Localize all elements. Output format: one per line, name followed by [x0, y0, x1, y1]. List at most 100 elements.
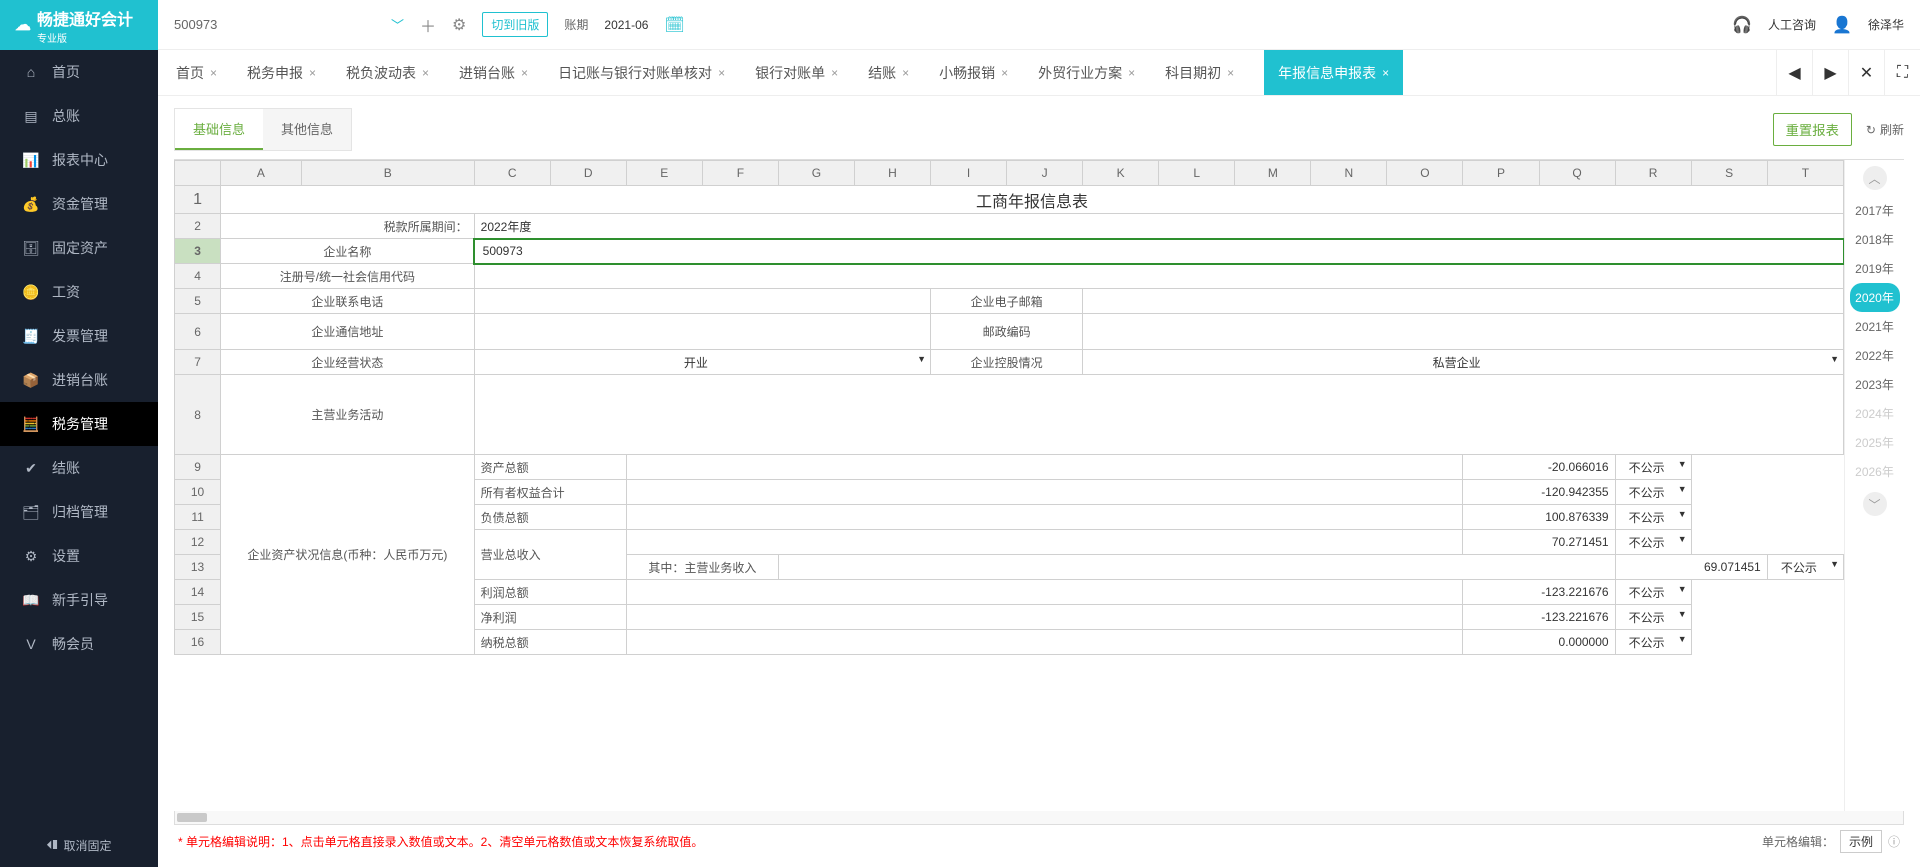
gear-icon[interactable]: ⚙: [452, 15, 466, 35]
col-header[interactable]: K: [1083, 161, 1159, 186]
tab[interactable]: 首页×: [176, 63, 217, 83]
publish-select[interactable]: 不公示: [1767, 555, 1843, 580]
finance-value[interactable]: 0.000000: [1463, 630, 1615, 655]
sidebar-item-home[interactable]: ⌂首页: [0, 50, 158, 94]
publish-select[interactable]: 不公示: [1615, 605, 1691, 630]
col-header[interactable]: S: [1691, 161, 1767, 186]
tab[interactable]: 结账×: [868, 63, 909, 83]
close-icon[interactable]: ×: [309, 66, 316, 80]
row-header[interactable]: 14: [175, 580, 221, 605]
col-header[interactable]: O: [1387, 161, 1463, 186]
finance-value[interactable]: -20.066016: [1463, 455, 1615, 480]
col-header[interactable]: D: [550, 161, 626, 186]
sidebar-item-guide[interactable]: 📖新手引导: [0, 578, 158, 622]
year-down[interactable]: ﹀: [1863, 492, 1887, 516]
col-header[interactable]: F: [702, 161, 778, 186]
row-header[interactable]: 10: [175, 480, 221, 505]
col-header[interactable]: E: [626, 161, 702, 186]
reg-code-input[interactable]: [474, 264, 1843, 289]
row-header[interactable]: 7: [175, 350, 221, 375]
close-icon[interactable]: ×: [1001, 66, 1008, 80]
year-option[interactable]: 2020年: [1850, 283, 1900, 312]
sidebar-item-tax[interactable]: 🧮税务管理: [0, 402, 158, 446]
status-select[interactable]: 开业: [474, 350, 930, 375]
sidebar-item-vip[interactable]: V畅会员: [0, 622, 158, 666]
old-version-button[interactable]: 切到旧版: [482, 12, 548, 37]
year-option[interactable]: 2019年: [1850, 254, 1900, 283]
publish-select[interactable]: 不公示: [1615, 505, 1691, 530]
publish-select[interactable]: 不公示: [1615, 530, 1691, 555]
sidebar-item-salary[interactable]: 🪙工资: [0, 270, 158, 314]
finance-value[interactable]: -123.221676: [1463, 580, 1615, 605]
year-option[interactable]: 2017年: [1850, 196, 1900, 225]
col-header[interactable]: L: [1159, 161, 1235, 186]
phone-input[interactable]: [474, 289, 930, 314]
subtab-basic[interactable]: 基础信息: [175, 109, 263, 150]
tab-close-all[interactable]: ✕: [1848, 50, 1884, 95]
year-option[interactable]: 2023年: [1850, 370, 1900, 399]
tab[interactable]: 税负波动表×: [346, 63, 429, 83]
col-header[interactable]: N: [1311, 161, 1387, 186]
year-up[interactable]: ︿: [1863, 166, 1887, 190]
row-header[interactable]: 6: [175, 314, 221, 350]
tab[interactable]: 小畅报销×: [939, 63, 1008, 83]
close-icon[interactable]: ×: [718, 66, 725, 80]
row-header[interactable]: 9: [175, 455, 221, 480]
row-header[interactable]: 11: [175, 505, 221, 530]
finance-value[interactable]: 69.071451: [1615, 555, 1767, 580]
period-value[interactable]: 2021-06: [604, 18, 648, 32]
reset-report-button[interactable]: 重置报表: [1773, 113, 1852, 146]
close-icon[interactable]: ×: [422, 66, 429, 80]
close-icon[interactable]: ×: [831, 66, 838, 80]
sidebar-item-ledger[interactable]: ▤总账: [0, 94, 158, 138]
sidebar-item-invoice[interactable]: 🧾发票管理: [0, 314, 158, 358]
row-header[interactable]: 5: [175, 289, 221, 314]
col-header[interactable]: Q: [1539, 161, 1615, 186]
calendar-icon[interactable]: 🗓: [664, 15, 684, 35]
info-icon[interactable]: ⓘ: [1888, 833, 1900, 850]
email-input[interactable]: [1083, 289, 1844, 314]
close-icon[interactable]: ×: [902, 66, 909, 80]
col-header[interactable]: C: [474, 161, 550, 186]
tab[interactable]: 日记账与银行对账单核对×: [558, 63, 725, 83]
user-name[interactable]: 徐泽华: [1868, 16, 1904, 33]
close-icon[interactable]: ×: [1227, 66, 1234, 80]
publish-select[interactable]: 不公示: [1615, 580, 1691, 605]
sidebar-item-asset[interactable]: 🗄固定资产: [0, 226, 158, 270]
finance-value[interactable]: -123.221676: [1463, 605, 1615, 630]
row-header[interactable]: 2: [175, 214, 221, 239]
publish-select[interactable]: 不公示: [1615, 630, 1691, 655]
close-icon[interactable]: ×: [1382, 66, 1389, 80]
sidebar-item-stock[interactable]: 📦进销台账: [0, 358, 158, 402]
close-icon[interactable]: ×: [521, 66, 528, 80]
col-header[interactable]: M: [1235, 161, 1311, 186]
publish-select[interactable]: 不公示: [1615, 480, 1691, 505]
tab[interactable]: 外贸行业方案×: [1038, 63, 1135, 83]
company-name-input[interactable]: 500973: [474, 239, 1843, 264]
close-icon[interactable]: ×: [210, 66, 217, 80]
sidebar-item-settings[interactable]: ⚙设置: [0, 534, 158, 578]
col-header[interactable]: I: [931, 161, 1007, 186]
address-input[interactable]: [474, 314, 930, 350]
tab[interactable]: 银行对账单×: [755, 63, 838, 83]
row-header[interactable]: 8: [175, 375, 221, 455]
sidebar-item-report[interactable]: 📊报表中心: [0, 138, 158, 182]
row-header[interactable]: 16: [175, 630, 221, 655]
sidebar-item-close[interactable]: ✔结账: [0, 446, 158, 490]
main-biz-input[interactable]: [474, 375, 1843, 455]
fullscreen-icon[interactable]: ⛶: [1884, 50, 1920, 95]
year-option[interactable]: 2018年: [1850, 225, 1900, 254]
row-header[interactable]: 3: [175, 239, 221, 264]
period-value-cell[interactable]: 2022年度: [474, 214, 1843, 239]
row-header[interactable]: 13: [175, 555, 221, 580]
unpin-button[interactable]: ⏴❚ 取消固定: [0, 823, 158, 867]
row-header[interactable]: 1: [175, 186, 221, 214]
close-icon[interactable]: ×: [1128, 66, 1135, 80]
add-icon[interactable]: ＋: [420, 13, 436, 37]
consult-link[interactable]: 人工咨询: [1768, 16, 1816, 33]
company-select[interactable]: 500973 ﹀: [174, 15, 404, 34]
spreadsheet[interactable]: ABCDEFGHIJKLMNOPQRST1工商年报信息表2税款所属期间：2022…: [174, 160, 1844, 811]
sidebar-item-funds[interactable]: 💰资金管理: [0, 182, 158, 226]
refresh-button[interactable]: ↻ 刷新: [1866, 121, 1904, 138]
year-option[interactable]: 2022年: [1850, 341, 1900, 370]
